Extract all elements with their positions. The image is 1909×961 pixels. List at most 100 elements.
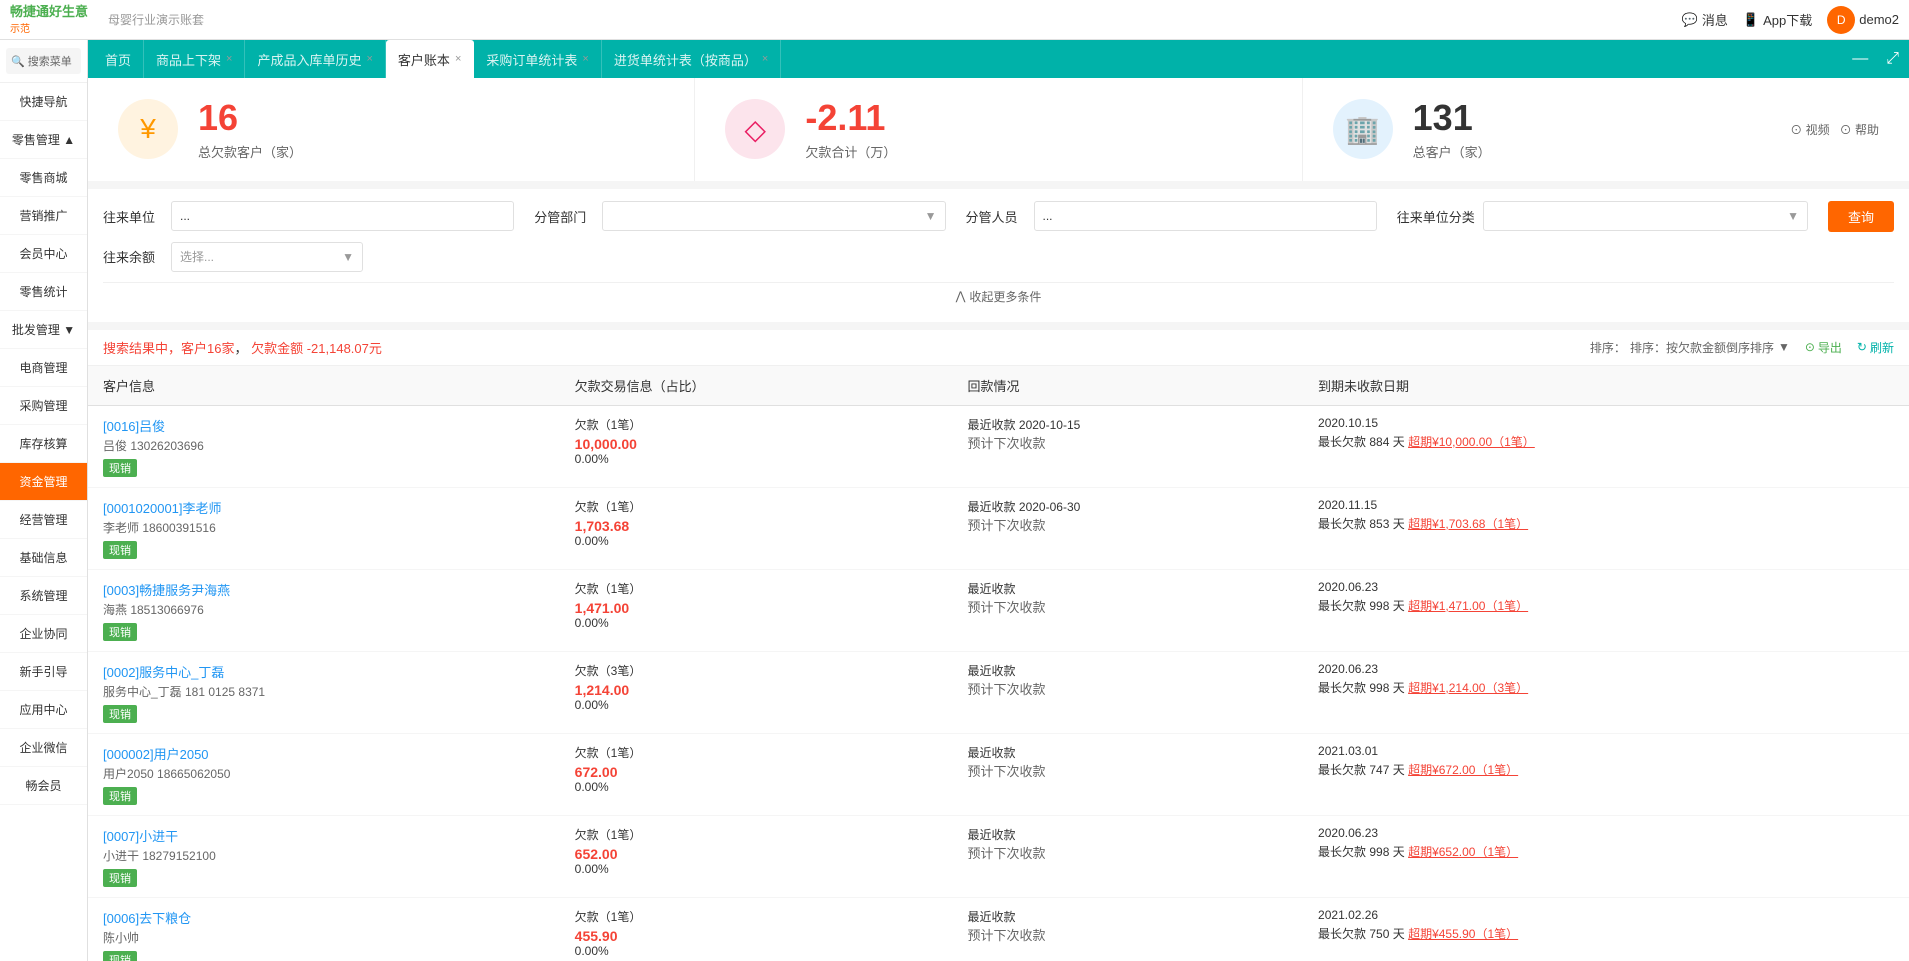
sidebar-item-ops-mgmt[interactable]: 经营管理 xyxy=(0,501,87,539)
customer-name-link-6[interactable]: [0006]去下粮仓 xyxy=(103,911,191,926)
view-video-btn[interactable]: ⊙ 视频 xyxy=(1790,121,1829,138)
collapse-icon: ⋀ xyxy=(956,289,966,303)
customer-tag-1: 现销 xyxy=(103,541,137,559)
tab-production-history-label: 产成品入库单历史 xyxy=(257,50,361,69)
sidebar-item-retail-stats[interactable]: 零售统计 xyxy=(0,273,87,311)
message-btn[interactable]: 💬 消息 xyxy=(1682,10,1728,29)
debt-amount-4: 672.00 xyxy=(575,764,938,780)
overdue-amount-link-4[interactable]: 超期¥672.00（1笔） xyxy=(1408,763,1518,777)
customer-name-link-0[interactable]: [0016]吕俊 xyxy=(103,419,165,434)
table-header: 客户信息 欠款交易信息（占比） 回款情况 到期未收款日期 xyxy=(88,366,1909,406)
results-summary: 搜索结果中，客户16家， 欠款金额 -21,148.07元 排序： 排序：按欠款… xyxy=(88,330,1909,366)
due-date-4: 2021.03.01 xyxy=(1318,744,1894,758)
balance-select[interactable]: 选择... ▼ xyxy=(171,242,363,272)
sidebar-item-corp-wechat[interactable]: 企业微信 xyxy=(0,729,87,767)
user-profile[interactable]: D demo2 xyxy=(1827,6,1899,34)
total-customers-icon: 🏢 xyxy=(1333,99,1393,159)
customer-phone-6: 陈小帅 xyxy=(103,929,545,946)
debt-customers-number: 16 xyxy=(198,98,302,138)
sidebar-item-system-mgmt[interactable]: 系统管理 xyxy=(0,577,87,615)
tab-bar-actions: — ⤢ xyxy=(1847,48,1904,70)
debt-amount-5: 652.00 xyxy=(575,846,938,862)
stat-card-debt-amount: ◇ -2.11 欠款合计（万） xyxy=(695,78,1302,181)
cell-due-date-3: 2020.06.23 最长欠款 998 天 超期¥1,214.00（3笔） xyxy=(1303,651,1909,733)
tab-incoming-stats-close[interactable]: × xyxy=(762,53,768,65)
overdue-days-4: 最长欠款 747 天 超期¥672.00（1笔） xyxy=(1318,761,1894,778)
refresh-btn[interactable]: ↻ 刷新 xyxy=(1857,339,1894,356)
help-btn[interactable]: ⊙ 帮助 xyxy=(1840,121,1879,138)
tab-customer-account-close[interactable]: × xyxy=(455,53,461,65)
sidebar-item-vip-member[interactable]: 畅会员 xyxy=(0,767,87,805)
customer-name-link-1[interactable]: [0001020001]李老师 xyxy=(103,501,222,516)
sidebar-item-ecommerce[interactable]: 电商管理 xyxy=(0,349,87,387)
sidebar-item-app-center[interactable]: 应用中心 xyxy=(0,691,87,729)
cell-repay-status-2: 最近收款 预计下次收款 xyxy=(953,569,1304,651)
cell-due-date-4: 2021.03.01 最长欠款 747 天 超期¥672.00（1笔） xyxy=(1303,733,1909,815)
last-repay-label-1: 最近收款 xyxy=(968,500,1016,514)
sidebar-item-retail-store[interactable]: 零售商城 xyxy=(0,159,87,197)
tab-production-history[interactable]: 产成品入库单历史 × xyxy=(245,40,385,78)
overdue-amount-link-1[interactable]: 超期¥1,703.68（1笔） xyxy=(1408,517,1528,531)
col-customer-info: 客户信息 xyxy=(88,366,560,406)
overdue-amount-link-2[interactable]: 超期¥1,471.00（1笔） xyxy=(1408,599,1528,613)
sidebar-item-purchase[interactable]: 采购管理 xyxy=(0,387,87,425)
sidebar-item-marketing[interactable]: 营销推广 xyxy=(0,197,87,235)
query-button[interactable]: 查询 xyxy=(1828,201,1894,232)
sidebar-item-quick-nav[interactable]: 快捷导航 xyxy=(0,83,87,121)
refresh-label: 刷新 xyxy=(1870,339,1894,356)
tab-product-listing[interactable]: 商品上下架 × xyxy=(144,40,245,78)
customer-phone-0: 吕俊 13026203696 xyxy=(103,437,545,454)
sort-dropdown-icon: ▼ xyxy=(1778,340,1790,354)
sidebar-item-batch-mgmt[interactable]: 批发管理 ▼ xyxy=(0,311,87,349)
customer-name-link-5[interactable]: [0007]小进干 xyxy=(103,829,178,844)
overdue-amount-link-5[interactable]: 超期¥652.00（1笔） xyxy=(1408,845,1518,859)
sidebar-item-member-center[interactable]: 会员中心 xyxy=(0,235,87,273)
dept-select[interactable]: ▼ xyxy=(602,201,945,231)
next-repay-1: 预计下次收款 xyxy=(968,515,1289,534)
customer-tag-4: 现销 xyxy=(103,787,137,805)
tab-incoming-stats[interactable]: 进货单统计表（按商品） × xyxy=(602,40,781,78)
sidebar-item-capital-mgmt[interactable]: 资金管理 xyxy=(0,463,87,501)
unit-category-select[interactable]: ▼ xyxy=(1483,201,1808,231)
tab-customer-account-label: 客户账本 xyxy=(398,50,450,69)
due-date-3: 2020.06.23 xyxy=(1318,662,1894,676)
tab-production-history-close[interactable]: × xyxy=(366,53,372,65)
cell-repay-status-4: 最近收款 预计下次收款 xyxy=(953,733,1304,815)
tab-home[interactable]: 首页 xyxy=(93,40,144,78)
tab-purchase-stats-close[interactable]: × xyxy=(582,53,588,65)
balance-placeholder: 选择... xyxy=(180,248,214,265)
export-icon: ⊙ xyxy=(1805,340,1815,354)
sidebar-item-retail-mgmt[interactable]: 零售管理 ▲ xyxy=(0,121,87,159)
customer-phone-4: 用户2050 18665062050 xyxy=(103,765,545,782)
cell-debt-info-2: 欠款（1笔） 1,471.00 0.00% xyxy=(560,569,953,651)
tab-minimize-btn[interactable]: — xyxy=(1847,48,1873,70)
debt-count-1: 欠款（1笔） xyxy=(575,498,938,515)
source-unit-input[interactable]: ... xyxy=(171,201,514,231)
export-btn[interactable]: ⊙ 导出 xyxy=(1805,339,1842,356)
tab-purchase-stats[interactable]: 采购订单统计表 × xyxy=(474,40,601,78)
sort-selector[interactable]: 排序： 排序：按欠款金额倒序排序 ▼ xyxy=(1590,339,1790,356)
tab-customer-account[interactable]: 客户账本 × xyxy=(386,40,474,78)
app-download-btn[interactable]: 📱 App下载 xyxy=(1743,10,1812,29)
debt-ratio-6: 0.00% xyxy=(575,944,938,958)
overdue-amount-link-0[interactable]: 超期¥10,000.00（1笔） xyxy=(1408,435,1535,449)
sidebar-item-inventory[interactable]: 库存核算 xyxy=(0,425,87,463)
tab-maximize-btn[interactable]: ⤢ xyxy=(1881,48,1904,70)
customer-name-link-3[interactable]: [0002]服务中心_丁磊 xyxy=(103,665,224,680)
cell-due-date-6: 2021.02.26 最长欠款 750 天 超期¥455.90（1笔） xyxy=(1303,897,1909,961)
manager-input[interactable]: ... xyxy=(1034,201,1377,231)
overdue-amount-link-6[interactable]: 超期¥455.90（1笔） xyxy=(1408,927,1518,941)
collapse-button[interactable]: ⋀ 收起更多条件 xyxy=(103,282,1894,310)
customer-tag-6: 现销 xyxy=(103,951,137,961)
customer-name-link-4[interactable]: [000002]用户2050 xyxy=(103,747,209,762)
sidebar-item-corp-collab[interactable]: 企业协同 xyxy=(0,615,87,653)
overdue-amount-link-3[interactable]: 超期¥1,214.00（3笔） xyxy=(1408,681,1528,695)
customer-name-link-2[interactable]: [0003]畅捷服务尹海燕 xyxy=(103,583,230,598)
debt-count-2: 欠款（1笔） xyxy=(575,580,938,597)
tab-product-listing-close[interactable]: × xyxy=(226,53,232,65)
search-menu-btn[interactable]: 🔍 搜索菜单 xyxy=(6,48,81,74)
sidebar-item-basic-info[interactable]: 基础信息 xyxy=(0,539,87,577)
repay-info-4: 最近收款 xyxy=(968,744,1289,761)
sidebar-item-new-guide[interactable]: 新手引导 xyxy=(0,653,87,691)
debt-ratio-0: 0.00% xyxy=(575,452,938,466)
